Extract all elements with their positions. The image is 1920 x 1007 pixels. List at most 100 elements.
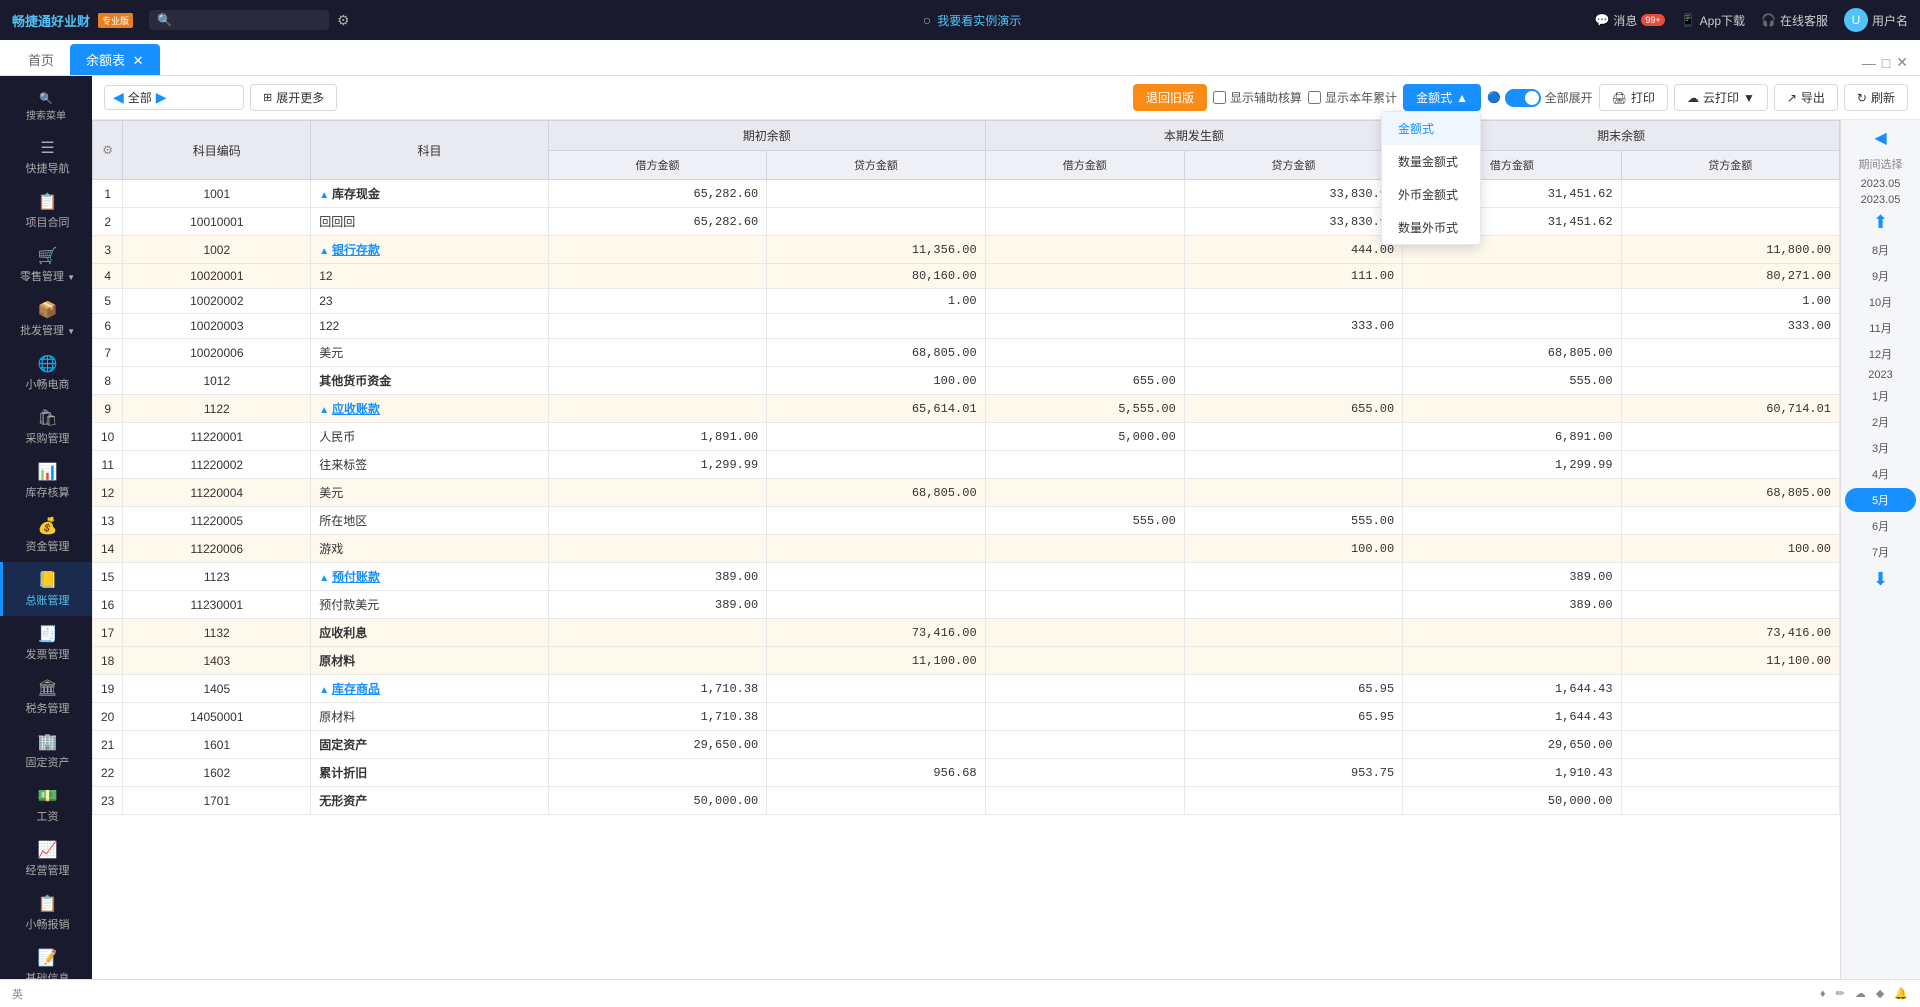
sidebar-item-tax[interactable]: 🏛 税务管理: [0, 670, 92, 724]
expand-icon-14[interactable]: ▲: [319, 573, 332, 584]
window-maximize-icon[interactable]: □: [1882, 55, 1890, 71]
account-name-20[interactable]: 固定资产: [311, 731, 549, 759]
account-name-22[interactable]: 无形资产: [311, 787, 549, 815]
status-icon-edit[interactable]: ✏: [1836, 987, 1845, 1000]
online-service-btn[interactable]: 🎧 在线客服: [1761, 12, 1828, 29]
sidebar-item-nav[interactable]: ☰ 快捷导航: [0, 130, 92, 184]
status-icon-diamond[interactable]: ♦: [1820, 988, 1826, 1000]
account-name-8[interactable]: ▲ 应收账款: [311, 395, 549, 423]
title-input[interactable]: [178, 13, 278, 27]
view-mode-wrapper: 金额式 ▲ 金额式 数量金额式 外币金额式: [1403, 84, 1481, 111]
settings-top-icon[interactable]: ⚙: [337, 12, 350, 29]
expand-icon-0[interactable]: ▲: [319, 190, 332, 201]
sidebar-item-retail[interactable]: 🛒 零售管理 ▼: [0, 238, 92, 292]
sidebar-item-project[interactable]: 📋 项目合同: [0, 184, 92, 238]
tab-balance[interactable]: 余额表 ✕: [70, 44, 160, 75]
sidebar-item-purchase[interactable]: 🛍 采购管理: [0, 400, 92, 454]
message-btn[interactable]: 💬 消息 99+: [1594, 12, 1664, 29]
right-panel-up-icon[interactable]: ⬆: [1843, 208, 1918, 237]
month-3[interactable]: 3月: [1845, 436, 1916, 460]
account-name-16[interactable]: 应收利息: [311, 619, 549, 647]
sub-ob-credit-header: 贷方金额: [767, 151, 985, 180]
dropdown-item-foreign-amount[interactable]: 外币金额式: [1382, 178, 1480, 211]
month-11[interactable]: 11月: [1845, 316, 1916, 340]
search-filter-box[interactable]: ◀ 全部 ▶: [104, 85, 244, 110]
account-name-14[interactable]: ▲ 预付账款: [311, 563, 549, 591]
expand-icon-8[interactable]: ▲: [319, 405, 332, 416]
ytd-input[interactable]: [1308, 91, 1321, 104]
expand-all-label[interactable]: 🔵 全部展开: [1487, 89, 1593, 107]
tab-close-icon[interactable]: ✕: [133, 53, 144, 68]
right-panel-down-icon[interactable]: ⬇: [1843, 565, 1918, 594]
sidebar-item-basic[interactable]: 📝 基础信息: [0, 940, 92, 979]
search-box-top[interactable]: 🔍: [149, 10, 329, 30]
cloud-print-btn[interactable]: ☁ 云打印 ▼: [1674, 84, 1768, 111]
expand-all-toggle[interactable]: [1505, 89, 1541, 107]
up-icon[interactable]: ⬆: [1873, 212, 1888, 232]
sidebar-item-inventory[interactable]: 📊 库存核算: [0, 454, 92, 508]
app-download-btn[interactable]: 📱 App下载: [1681, 12, 1745, 29]
month-5[interactable]: 5月: [1845, 488, 1916, 512]
collapse-right-icon[interactable]: ◀: [1874, 130, 1886, 147]
account-name-18[interactable]: ▲ 库存商品: [311, 675, 549, 703]
expand-icon-2[interactable]: ▲: [319, 246, 332, 257]
account-name-7[interactable]: 其他货币资金: [311, 367, 549, 395]
sidebar-search[interactable]: 🔍 搜索菜单: [0, 84, 92, 130]
month-7[interactable]: 7月: [1845, 540, 1916, 564]
month-10[interactable]: 10月: [1845, 290, 1916, 314]
sidebar-item-operations[interactable]: 📈 经营管理: [0, 832, 92, 886]
sidebar-item-assets[interactable]: 🏢 固定资产: [0, 724, 92, 778]
print-btn[interactable]: 🖨 打印: [1599, 84, 1668, 111]
month-6[interactable]: 6月: [1845, 514, 1916, 538]
cb_debit-6: 68,805.00: [1403, 339, 1621, 367]
table-container[interactable]: ⚙ 科目编码 科目 期初余额 本: [92, 120, 1840, 979]
sidebar-item-wholesale[interactable]: 📦 批发管理 ▼: [0, 292, 92, 346]
show-auxiliary-checkbox[interactable]: 显示辅助核算: [1213, 89, 1302, 106]
status-icon-1[interactable]: 英: [12, 986, 23, 1002]
sidebar-item-ecommerce[interactable]: 🌐 小畅电商: [0, 346, 92, 400]
tab-home[interactable]: 首页: [12, 44, 70, 75]
demo-link[interactable]: 我要看实例演示: [937, 12, 1021, 29]
sidebar-item-invoice[interactable]: 🧾 发票管理: [0, 616, 92, 670]
dropdown-item-qty-foreign[interactable]: 数量外币式: [1382, 211, 1480, 244]
window-close-icon[interactable]: ✕: [1896, 54, 1908, 71]
month-12[interactable]: 12月: [1845, 342, 1916, 366]
month-9[interactable]: 9月: [1845, 264, 1916, 288]
forward-icon[interactable]: ▶: [156, 89, 167, 106]
qty-foreign-label: 数量外币式: [1398, 221, 1458, 235]
sidebar-item-gl[interactable]: 📒 总账管理: [0, 562, 92, 616]
view-mode-btn[interactable]: 金额式 ▲: [1403, 84, 1481, 111]
sidebar-item-capital[interactable]: 💰 资金管理: [0, 508, 92, 562]
refresh-btn[interactable]: ↻ 刷新: [1844, 84, 1908, 111]
sidebar-item-report[interactable]: 📋 小畅报销: [0, 886, 92, 940]
back-icon[interactable]: ◀: [113, 89, 124, 106]
table-settings-icon[interactable]: ⚙: [102, 143, 113, 157]
dropdown-item-qty-amount[interactable]: 数量金额式: [1382, 145, 1480, 178]
month-8[interactable]: 8月: [1845, 238, 1916, 262]
down-icon[interactable]: ⬇: [1873, 569, 1888, 589]
sidebar-item-salary[interactable]: 💵 工资: [0, 778, 92, 832]
col-settings[interactable]: ⚙: [93, 121, 123, 180]
status-icon-cloud[interactable]: ☁: [1855, 987, 1866, 1000]
expand-icon-18[interactable]: ▲: [319, 685, 332, 696]
status-icon-bell[interactable]: 🔔: [1894, 987, 1908, 1000]
account-name-0[interactable]: ▲ 库存现金: [311, 180, 549, 208]
account-name-2[interactable]: ▲ 银行存款: [311, 236, 549, 264]
expand-more-btn[interactable]: ⊞ 展开更多: [250, 84, 337, 111]
return-old-btn[interactable]: 退回旧版: [1133, 84, 1207, 111]
dropdown-item-amount[interactable]: 金额式: [1382, 112, 1480, 145]
cb_debit-3: [1403, 264, 1621, 289]
user-avatar[interactable]: U 用户名: [1844, 8, 1908, 32]
auxiliary-input[interactable]: [1213, 91, 1226, 104]
export-btn[interactable]: ↗ 导出: [1774, 84, 1838, 111]
account-name-17[interactable]: 原材料: [311, 647, 549, 675]
right-panel-toggle[interactable]: ◀: [1843, 124, 1918, 152]
window-minimize-icon[interactable]: —: [1862, 55, 1876, 71]
month-4[interactable]: 4月: [1845, 462, 1916, 486]
account-name-21[interactable]: 累计折旧: [311, 759, 549, 787]
month-2[interactable]: 2月: [1845, 410, 1916, 434]
ob_credit-8: 65,614.01: [767, 395, 985, 423]
status-icon-square[interactable]: ◆: [1876, 987, 1884, 1000]
month-1[interactable]: 1月: [1845, 384, 1916, 408]
show-ytd-checkbox[interactable]: 显示本年累计: [1308, 89, 1397, 106]
